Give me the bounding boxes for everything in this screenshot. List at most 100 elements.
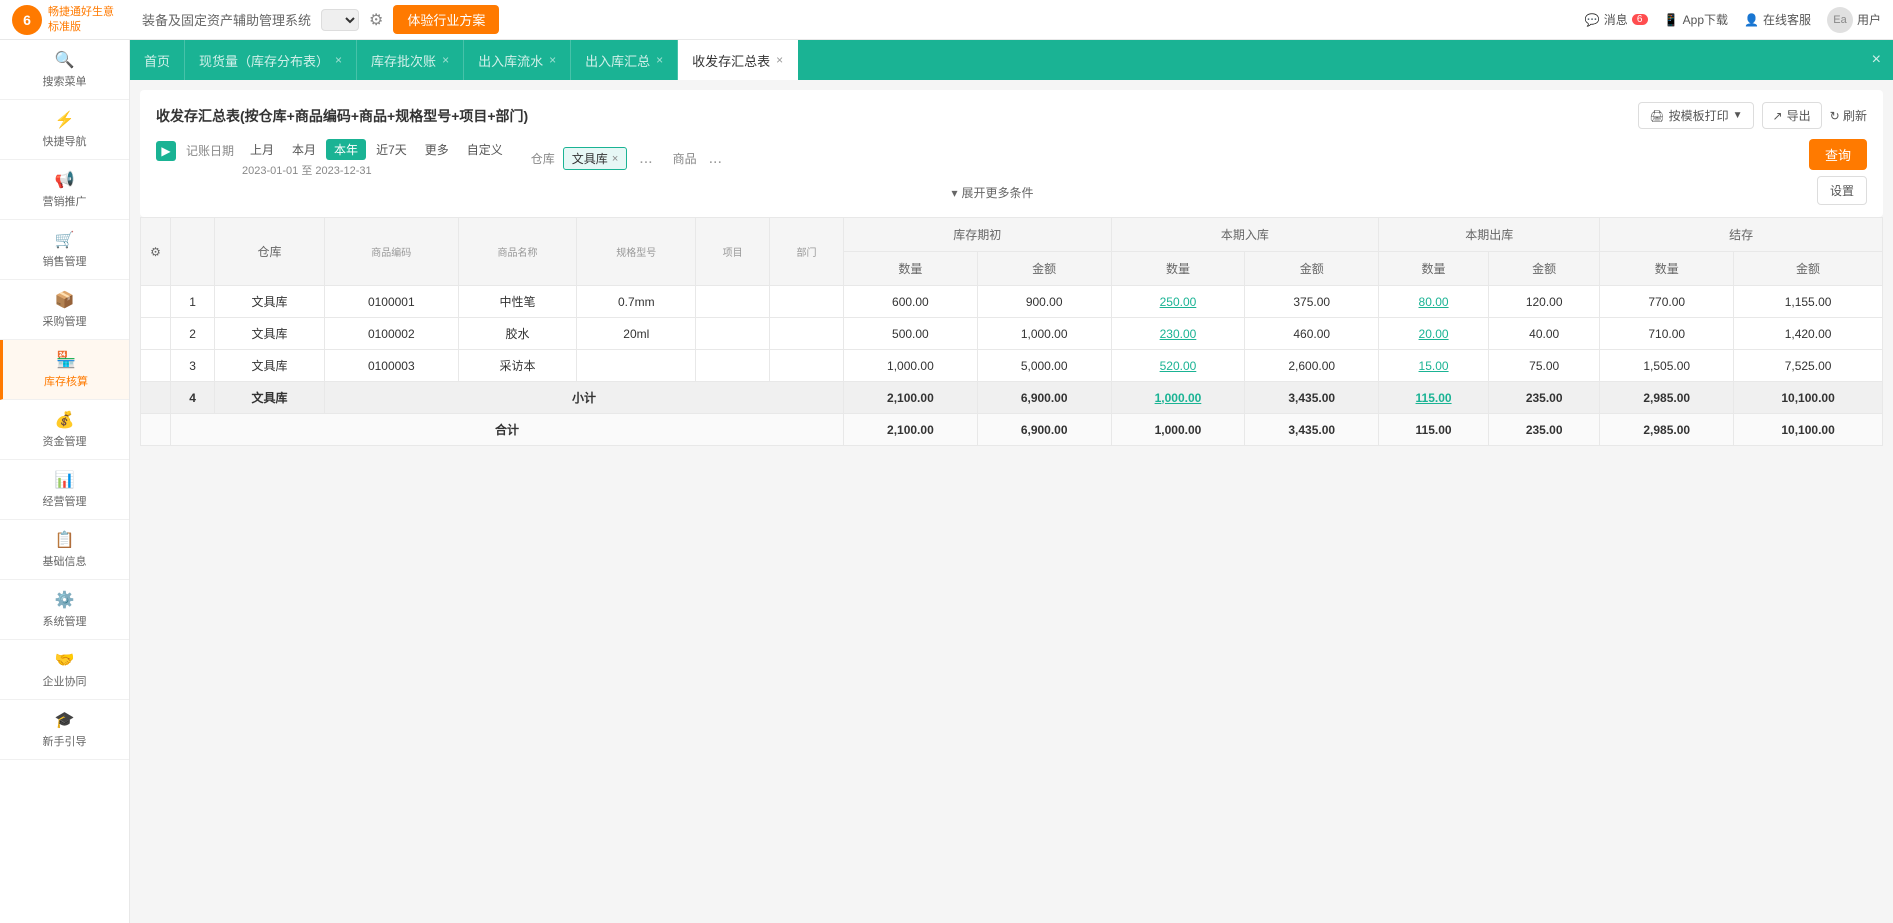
search-icon: 🔍 [55,50,75,70]
cell-opening-amt: 6,900.00 [977,382,1111,414]
trial-button[interactable]: 体验行业方案 [393,5,499,34]
sidebar-item-finance[interactable]: 💰 资金管理 [0,400,129,460]
cell-in-qty[interactable]: 250.00 [1111,286,1245,318]
sidebar-item-basic[interactable]: 📋 基础信息 [0,520,129,580]
print-button[interactable]: 🖨 按模板打印 ▼ [1638,102,1753,129]
content-area: 首页 现货量（库存分布表） × 库存批次账 × 出入库流水 × 出入库汇总 × [130,40,1893,923]
goods-filter-group: 商品 ... [673,150,722,168]
sidebar-item-purchase[interactable]: 📦 采购管理 [0,280,129,340]
cell-in-amt: 460.00 [1245,318,1379,350]
tab-close-collect-summary[interactable]: × [776,53,783,67]
page-title: 收发存汇总表(按仓库+商品编码+商品+规格型号+项目+部门) [156,106,528,126]
cell-out-qty[interactable]: 115.00 [1379,382,1489,414]
tab-close-stock-dist[interactable]: × [335,53,342,67]
page-header-section: 收发存汇总表(按仓库+商品编码+商品+规格型号+项目+部门) 🖨 按模板打印 ▼… [140,90,1883,217]
warehouse-more-button[interactable]: ... [639,150,652,168]
cell-out-amt: 120.00 [1489,286,1600,318]
cell-goods-name: 中性笔 [458,286,577,318]
sidebar-item-inventory[interactable]: 🏪 库存核算 [0,340,129,400]
date-options-group: 上月 本月 本年 近7天 更多 自定义 2023-01-01 至 2023-12… [242,139,511,178]
th-no [171,218,215,286]
sidebar-item-guide[interactable]: 🎓 新手引导 [0,700,129,760]
cell-goods-spec: 20ml [577,318,696,350]
th-project: 项目 [696,218,770,286]
cell-total-opening-qty: 2,100.00 [844,414,978,446]
user-button[interactable]: Ea 用户 [1827,7,1881,33]
cell-no: 4 [171,382,215,414]
tab-inout-flow[interactable]: 出入库流水 × [464,40,571,80]
date-btn-more[interactable]: 更多 [417,139,457,160]
sidebar-item-enterprise[interactable]: 🤝 企业协同 [0,640,129,700]
subtotal-row: 4 文具库 小计 2,100.00 6,900.00 1,000.00 3,43… [141,382,1883,414]
sidebar-item-system[interactable]: ⚙️ 系统管理 [0,580,129,640]
quick-nav-icon: ⚡ [55,110,75,130]
cell-balance-qty: 770.00 [1600,286,1734,318]
message-icon: 💬 [1585,13,1600,27]
expand-icon: ▾ [951,186,957,200]
warehouse-tag-remove[interactable]: × [612,153,618,165]
tab-close-batch[interactable]: × [442,53,449,67]
th-settings[interactable]: ⚙ [141,218,171,286]
goods-more-button[interactable]: ... [709,150,722,168]
table-settings-icon[interactable]: ⚙ [150,245,161,259]
sidebar-item-quick-nav[interactable]: ⚡ 快捷导航 [0,100,129,160]
system-select[interactable] [321,9,359,31]
sidebar-item-marketing[interactable]: 📢 营销推广 [0,160,129,220]
table-row: 1 文具库 0100001 中性笔 0.7mm 600.00 900.00 25… [141,286,1883,318]
gear-icon[interactable]: ⚙ [369,10,383,30]
date-btn-7days[interactable]: 近7天 [368,139,415,160]
purchase-icon: 📦 [55,290,75,310]
cell-in-qty[interactable]: 1,000.00 [1111,382,1245,414]
th-out-amt: 金额 [1489,252,1600,286]
tab-batch[interactable]: 库存批次账 × [357,40,464,80]
cell-in-qty[interactable]: 230.00 [1111,318,1245,350]
cell-opening-amt: 1,000.00 [977,318,1111,350]
basic-icon: 📋 [55,530,75,550]
filter-fields: 记账日期 上月 本月 本年 近7天 更多 自定义 [186,139,1799,201]
sidebar-item-search[interactable]: 🔍 搜索菜单 [0,40,129,100]
app-container: 6 畅捷通好生意 标准版 装备及固定资产辅助管理系统 ⚙ 体验行业方案 💬 消息… [0,0,1893,923]
cell-goods-spec: 0.7mm [577,286,696,318]
cell-subtotal-label: 小计 [324,382,843,414]
tab-home[interactable]: 首页 [130,40,185,80]
filter-area: ▶ 记账日期 上月 本月 本 [156,139,1867,205]
refresh-button[interactable]: ↻ 刷新 [1830,107,1867,124]
tab-close-inout-flow[interactable]: × [549,53,556,67]
cell-balance-amt: 1,420.00 [1734,318,1883,350]
date-btn-this-month[interactable]: 本月 [284,139,324,160]
date-btn-this-year[interactable]: 本年 [326,139,366,160]
tab-close-inout-summary[interactable]: × [656,53,663,67]
cell-out-qty[interactable]: 15.00 [1379,350,1489,382]
top-bar: 6 畅捷通好生意 标准版 装备及固定资产辅助管理系统 ⚙ 体验行业方案 💬 消息… [0,0,1893,40]
settings-button[interactable]: 设置 [1817,176,1867,205]
tab-collect-summary[interactable]: 收发存汇总表 × [678,40,798,80]
cell-total-balance-amt: 10,100.00 [1734,414,1883,446]
message-button[interactable]: 💬 消息 6 [1585,11,1648,28]
tab-inout-summary[interactable]: 出入库汇总 × [571,40,678,80]
cell-out-qty[interactable]: 20.00 [1379,318,1489,350]
top-bar-right: 💬 消息 6 📱 App下载 👤 在线客服 Ea 用户 [1585,7,1881,33]
expand-conditions-button[interactable]: ▾ 展开更多条件 [951,184,1033,201]
cell-warehouse: 文具库 [215,318,325,350]
tab-stock-dist[interactable]: 现货量（库存分布表） × [185,40,357,80]
filter-toggle-button[interactable]: ▶ [156,141,176,161]
export-button[interactable]: ↗ 导出 [1762,102,1822,129]
cell-goods-spec [577,350,696,382]
query-button[interactable]: 查询 [1809,139,1867,170]
cell-total-out-amt: 235.00 [1489,414,1600,446]
cell-settings [141,382,171,414]
cell-no: 1 [171,286,215,318]
app-download-button[interactable]: 📱 App下载 [1664,11,1728,28]
date-btn-custom[interactable]: 自定义 [459,139,511,160]
service-icon: 👤 [1744,13,1759,27]
date-btn-last-month[interactable]: 上月 [242,139,282,160]
sidebar-item-sales[interactable]: 🛒 销售管理 [0,220,129,280]
cell-out-qty[interactable]: 80.00 [1379,286,1489,318]
warehouse-filter-group: 仓库 文具库 × ... [531,147,653,170]
warehouse-label: 仓库 [531,150,555,167]
sidebar-item-business[interactable]: 📊 经营管理 [0,460,129,520]
cell-in-qty[interactable]: 520.00 [1111,350,1245,382]
online-service-button[interactable]: 👤 在线客服 [1744,11,1811,28]
cell-warehouse: 文具库 [215,382,325,414]
tab-bar-close-button[interactable]: × [1860,51,1893,69]
